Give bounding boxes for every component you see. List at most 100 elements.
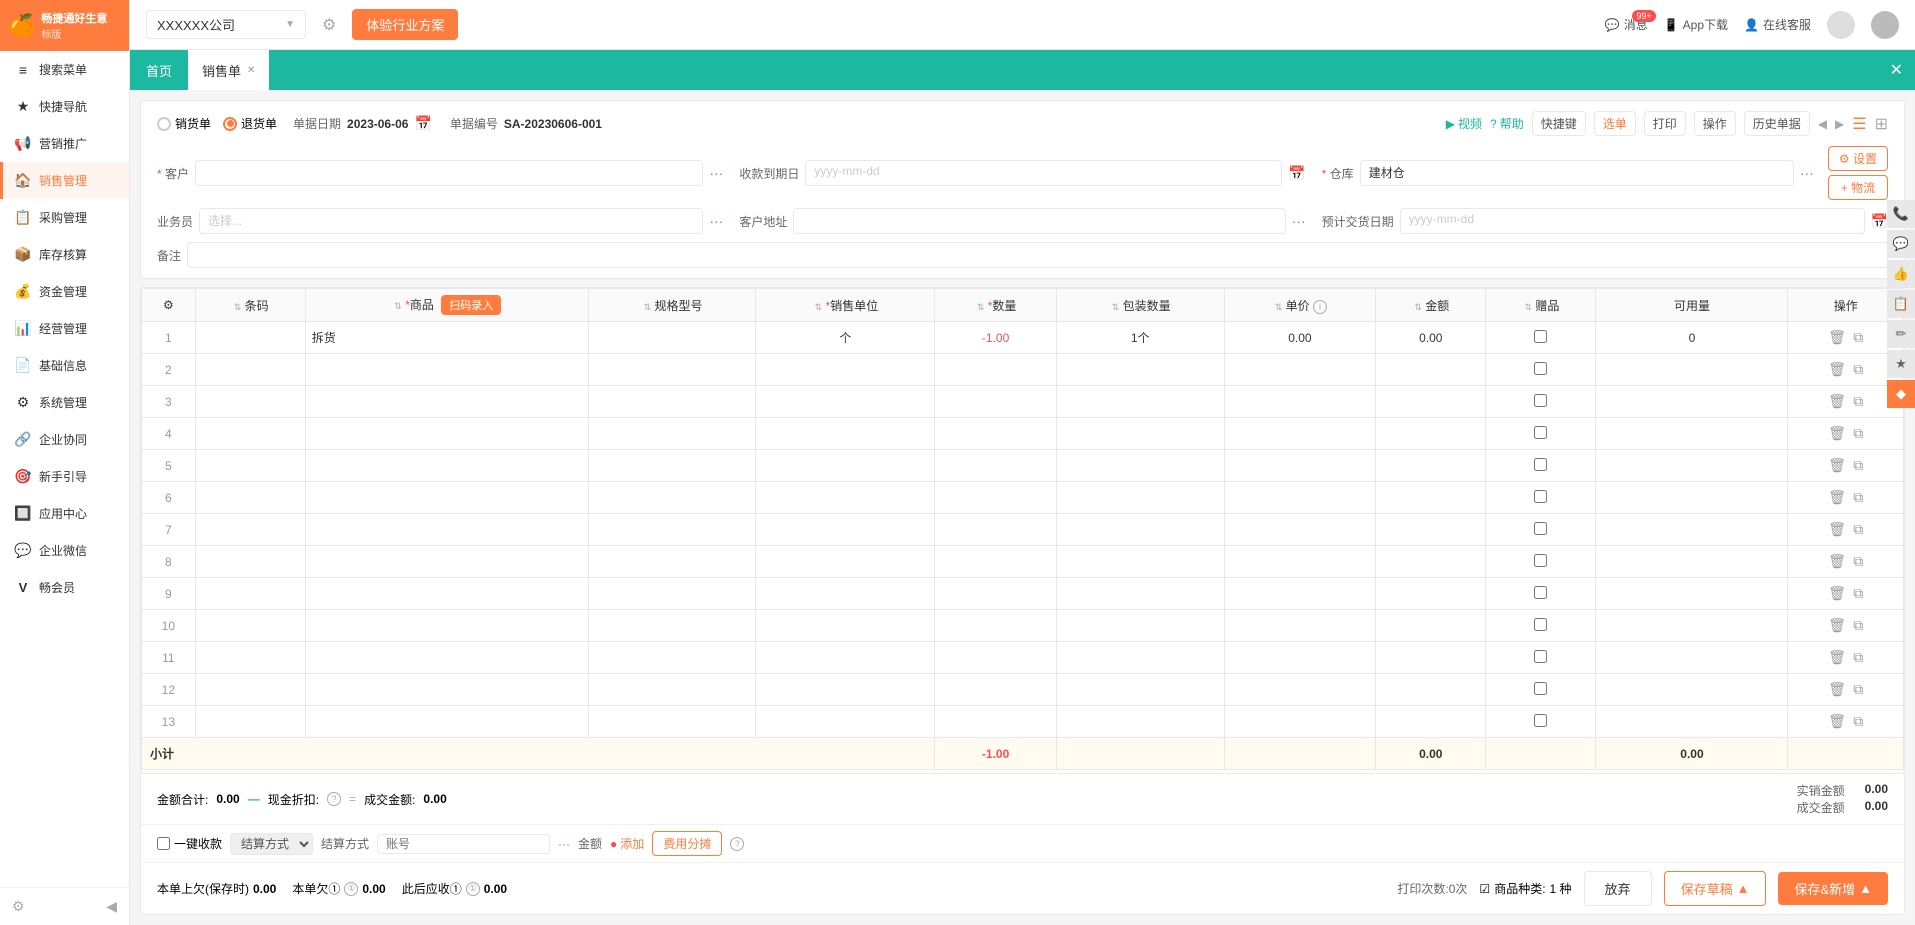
delete-row-btn[interactable]: 🗑 [1826,615,1848,636]
row-pkg-qty[interactable] [1056,674,1224,706]
row-barcode[interactable] [195,706,305,738]
float-icon-orange[interactable]: ◆ [1887,380,1915,408]
row-amount[interactable] [1376,706,1486,738]
view-icon2[interactable]: ⊞ [1875,114,1888,134]
row-qty[interactable] [935,642,1056,674]
remarks-input[interactable] [187,242,1888,268]
row-gift[interactable] [1486,418,1596,450]
row-unit-price[interactable] [1224,418,1376,450]
row-spec[interactable] [588,642,756,674]
row-unit[interactable]: 个 [756,322,935,354]
row-spec[interactable] [588,706,756,738]
gift-checkbox[interactable] [1534,714,1547,727]
row-pkg-qty[interactable]: 1个 [1056,322,1224,354]
row-amount[interactable]: 0.00 [1376,322,1486,354]
dots-icon[interactable]: ··· [558,837,570,851]
gift-checkbox[interactable] [1534,426,1547,439]
row-barcode[interactable] [195,322,305,354]
sidebar-item-marketing[interactable]: 📢 营销推广 [0,125,129,162]
sidebar-item-purchase[interactable]: 📋 采购管理 [0,199,129,236]
row-amount[interactable] [1376,482,1486,514]
row-unit-price[interactable] [1224,482,1376,514]
row-amount[interactable] [1376,546,1486,578]
save-new-button[interactable]: 保存&新增 ▲ [1778,872,1888,905]
delete-row-btn[interactable]: 🗑 [1826,647,1848,668]
sidebar-item-member[interactable]: V 畅会员 [0,569,129,606]
gift-checkbox[interactable] [1534,618,1547,631]
row-product[interactable] [305,354,588,386]
scan-button[interactable]: 扫码录入 [441,295,501,315]
row-gift[interactable] [1486,482,1596,514]
warehouse-dots[interactable]: ··· [1800,165,1814,181]
row-gift[interactable] [1486,706,1596,738]
receivable-info[interactable]: ① [466,882,480,896]
row-unit-price[interactable] [1224,610,1376,642]
row-barcode[interactable] [195,546,305,578]
delete-row-btn[interactable]: 🗑 [1826,487,1848,508]
row-barcode[interactable] [195,642,305,674]
copy-row-btn[interactable]: ⧉ [1851,455,1865,476]
copy-row-btn[interactable]: ⧉ [1851,359,1865,380]
row-pkg-qty[interactable] [1056,610,1224,642]
expected-date-calendar-icon[interactable]: 📅 [1871,213,1888,230]
address-dots[interactable]: ··· [1292,213,1306,229]
logistics-button[interactable]: + 物流 [1828,175,1888,200]
app-download-button[interactable]: 📱 App下载 [1664,16,1728,33]
tab-close-icon[interactable]: ✕ [247,65,255,76]
history-btn[interactable]: 历史单据 [1744,111,1810,136]
row-gift[interactable] [1486,322,1596,354]
radio-return-order[interactable]: 退货单 [223,115,277,132]
row-qty[interactable] [935,514,1056,546]
row-product[interactable] [305,642,588,674]
feeplan-button[interactable]: 费用分摊 [652,831,722,856]
row-pkg-qty[interactable] [1056,418,1224,450]
tab-bar-close-icon[interactable]: ✕ [1890,60,1903,80]
gift-checkbox[interactable] [1534,490,1547,503]
sidebar-item-basic[interactable]: 📄 基础信息 [0,347,129,384]
delete-row-btn[interactable]: 🗑 [1826,711,1848,732]
settings-icon[interactable]: ⚙ [12,898,25,915]
payment-method-select[interactable]: 结算方式 [230,833,313,855]
row-spec[interactable] [588,322,756,354]
row-unit-price[interactable] [1224,642,1376,674]
gift-checkbox[interactable] [1534,586,1547,599]
total-owe-info[interactable]: ① [344,882,358,896]
row-unit-price[interactable] [1224,578,1376,610]
select-order-btn[interactable]: 选单 [1594,111,1636,136]
copy-row-btn[interactable]: ⧉ [1851,711,1865,732]
salesperson-input[interactable]: 选择... [199,208,703,234]
sidebar-item-search[interactable]: ≡ 搜索菜单 [0,51,129,88]
copy-row-btn[interactable]: ⧉ [1851,391,1865,412]
row-unit-price[interactable] [1224,546,1376,578]
row-gift[interactable] [1486,578,1596,610]
row-unit[interactable] [756,450,935,482]
row-product[interactable] [305,514,588,546]
row-pkg-qty[interactable] [1056,514,1224,546]
row-barcode[interactable] [195,674,305,706]
row-barcode[interactable] [195,418,305,450]
row-qty[interactable] [935,706,1056,738]
delete-row-btn[interactable]: 🗑 [1826,423,1848,444]
row-amount[interactable] [1376,514,1486,546]
collapse-icon[interactable]: ◀ [106,898,117,915]
copy-row-btn[interactable]: ⧉ [1851,327,1865,348]
float-icon-like[interactable]: 👍 [1887,260,1915,288]
row-amount[interactable] [1376,642,1486,674]
row-amount[interactable] [1376,610,1486,642]
row-spec[interactable] [588,578,756,610]
row-amount[interactable] [1376,578,1486,610]
row-barcode[interactable] [195,610,305,642]
row-unit[interactable] [756,546,935,578]
delete-row-btn[interactable]: 🗑 [1826,359,1848,380]
row-product[interactable] [305,546,588,578]
float-icon-star[interactable]: ★ [1887,350,1915,378]
unit-price-info-icon[interactable]: i [1313,300,1327,314]
row-product[interactable] [305,706,588,738]
row-unit[interactable] [756,706,935,738]
tab-home[interactable]: 首页 [130,50,188,90]
view-icon1[interactable]: ☰ [1852,114,1866,134]
row-pkg-qty[interactable] [1056,450,1224,482]
tab-sales-order[interactable]: 销售单 ✕ [188,50,269,90]
row-unit-price[interactable] [1224,354,1376,386]
row-barcode[interactable] [195,578,305,610]
